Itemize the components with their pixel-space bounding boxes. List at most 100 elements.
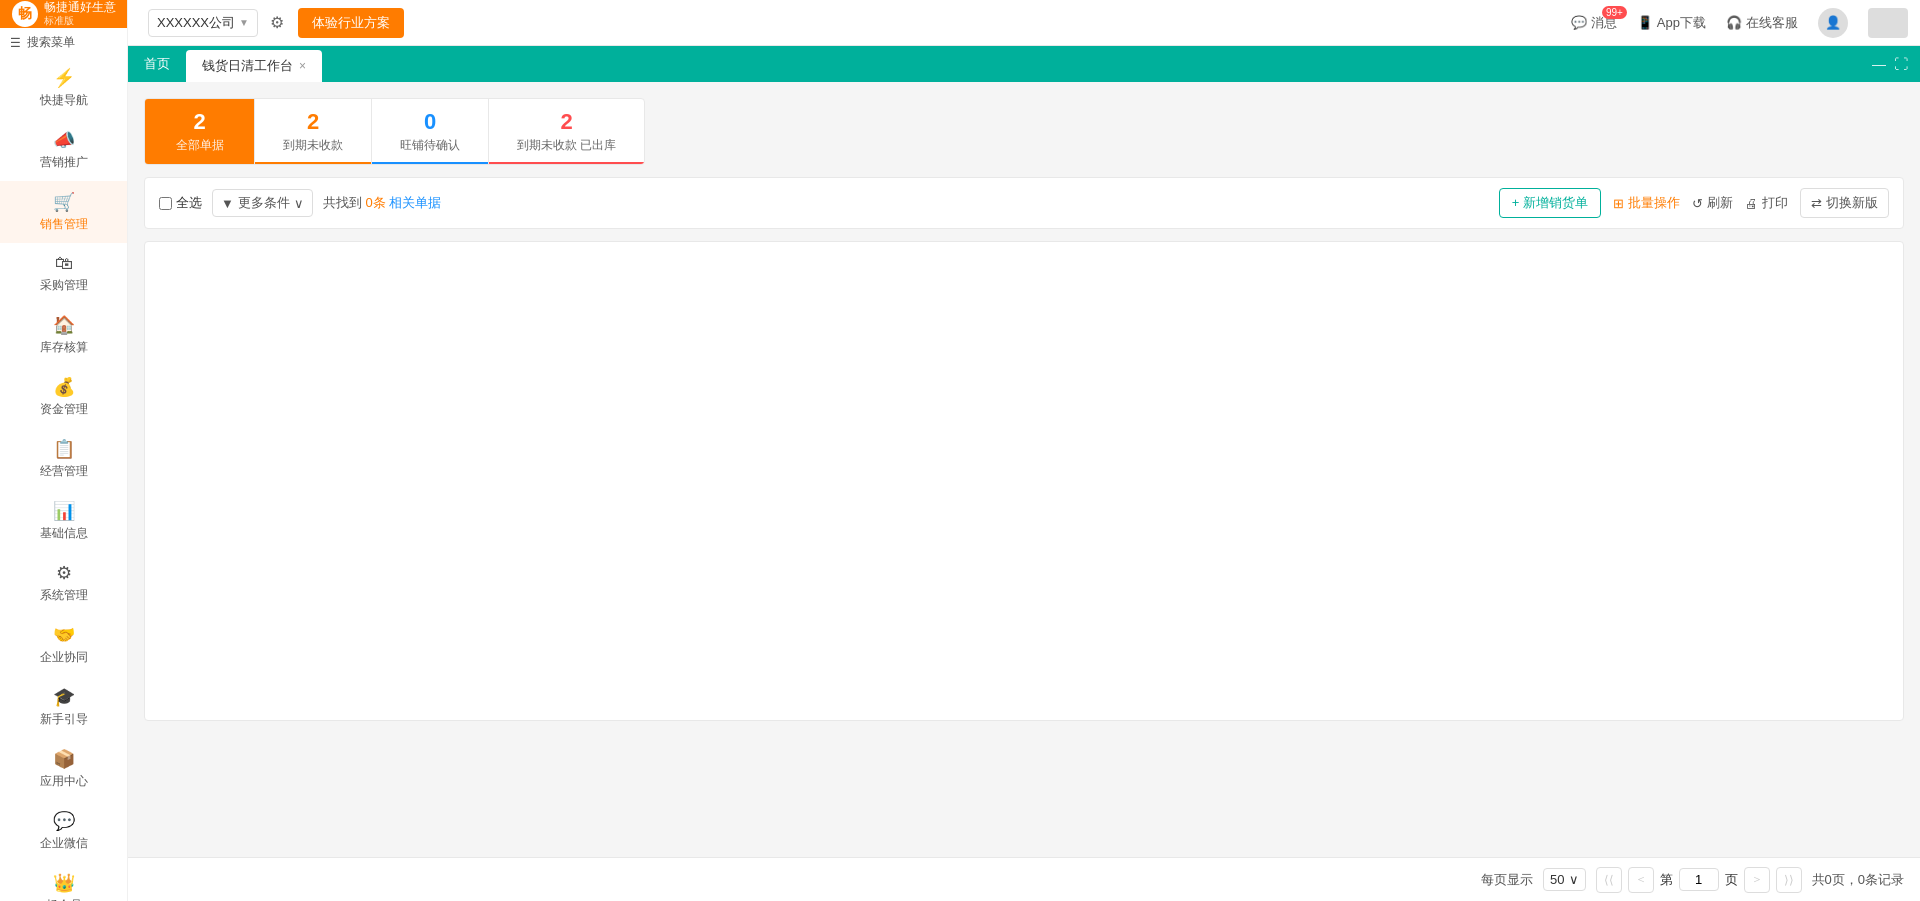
- online-service-action[interactable]: 🎧 在线客服: [1726, 14, 1798, 32]
- tabs-bar: 首页 钱货日清工作台 × — ⛶: [128, 46, 1920, 82]
- batch-label: 批量操作: [1628, 194, 1680, 212]
- sidebar-item-label: 应用中心: [40, 773, 88, 790]
- search-label: 搜索菜单: [27, 34, 75, 51]
- sidebar-search[interactable]: ☰ 搜索菜单: [0, 28, 127, 57]
- per-page-label: 每页显示: [1481, 871, 1533, 889]
- sidebar-item-sales-mgmt[interactable]: 🛒 销售管理: [0, 181, 127, 243]
- sidebar-item-system-mgmt[interactable]: ⚙ 系统管理: [0, 552, 127, 614]
- mobile-icon: 📱: [1637, 15, 1653, 30]
- database-icon: 📊: [53, 500, 75, 522]
- stat-num-overdue: 2: [283, 109, 343, 135]
- print-icon: 🖨: [1745, 196, 1758, 211]
- sidebar-item-label: 快捷导航: [40, 92, 88, 109]
- search-icon: ☰: [10, 36, 21, 50]
- switch-btn[interactable]: ⇄ 切换新版: [1800, 188, 1889, 218]
- sidebar-item-quick-nav[interactable]: ⚡ 快捷导航: [0, 57, 127, 119]
- stat-tab-overdue[interactable]: 2 到期未收款: [255, 99, 372, 164]
- stats-tabs: 2 全部单据 2 到期未收款 0 旺铺待确认 2 到期未收款 已出库: [144, 98, 645, 165]
- tab-minimize-icon[interactable]: —: [1872, 56, 1886, 72]
- toolbar: 全选 ▼ 更多条件 ∨ 共找到 0条 相关单据 + 新增销货单 ⊞ 批量操作 ↺…: [144, 177, 1904, 229]
- print-btn[interactable]: 🖨 打印: [1745, 194, 1788, 212]
- sidebar-logo: 畅 畅捷通好生意 标准版: [0, 0, 127, 28]
- found-count: 0条: [366, 195, 386, 210]
- settings-icon: ⚙: [270, 14, 284, 31]
- found-text: 共找到 0条 相关单据: [323, 194, 441, 212]
- app-download-action[interactable]: 📱 App下载: [1637, 14, 1706, 32]
- logo-text: 畅捷通好生意: [44, 0, 116, 14]
- stat-num-pending: 0: [400, 109, 460, 135]
- logo-icon: 畅: [12, 1, 38, 27]
- toolbar-left: 全选 ▼ 更多条件 ∨ 共找到 0条 相关单据: [159, 189, 1487, 217]
- sidebar-item-enterprise[interactable]: 🤝 企业协同: [0, 614, 127, 676]
- handshake-icon: 🤝: [53, 624, 75, 646]
- stat-label-pending: 旺铺待确认: [400, 137, 460, 154]
- tab-home-label: 首页: [144, 55, 170, 73]
- sidebar-item-basic-info[interactable]: 📊 基础信息: [0, 490, 127, 552]
- stat-num-all: 2: [173, 109, 226, 135]
- tab-active[interactable]: 钱货日清工作台 ×: [186, 50, 322, 82]
- per-page-select[interactable]: 50 ∨: [1543, 868, 1585, 891]
- bag-icon: 🛍: [55, 253, 73, 274]
- company-name: XXXXXX公司: [157, 14, 235, 32]
- sidebar-item-finance[interactable]: 💰 资金管理: [0, 366, 127, 428]
- sidebar-item-newbie[interactable]: 🎓 新手引导: [0, 676, 127, 738]
- pagination-bar: 每页显示 50 ∨ ⟨⟨ ＜ 第 页 ＞ ⟩⟩ 共0页，0条记录: [128, 857, 1920, 901]
- refresh-btn[interactable]: ↺ 刷新: [1692, 194, 1733, 212]
- page-first-btn[interactable]: ⟨⟨: [1596, 867, 1622, 893]
- tab-right-actions: — ⛶: [1872, 46, 1920, 82]
- filter-icon: ▼: [221, 196, 234, 211]
- settings-button[interactable]: ⚙: [266, 9, 288, 36]
- page-next-btn[interactable]: ＞: [1744, 867, 1770, 893]
- company-selector[interactable]: XXXXXX公司 ▼: [148, 9, 258, 37]
- user-icon: 👤: [1825, 15, 1841, 30]
- sidebar-item-member[interactable]: 👑 畅会员: [0, 862, 127, 901]
- house-icon: 🏠: [53, 314, 75, 336]
- sidebar-item-inventory[interactable]: 🏠 库存核算: [0, 304, 127, 366]
- tab-maximize-icon[interactable]: ⛶: [1894, 56, 1908, 72]
- stat-tab-all[interactable]: 2 全部单据: [145, 99, 255, 164]
- stat-tab-shipped[interactable]: 2 到期未收款 已出库: [489, 99, 644, 164]
- sidebar-item-app-center[interactable]: 📦 应用中心: [0, 738, 127, 800]
- money-icon: 💰: [53, 376, 75, 398]
- batch-action-btn[interactable]: ⊞ 批量操作: [1613, 194, 1680, 212]
- grad-icon: 🎓: [53, 686, 75, 708]
- avatar[interactable]: 👤: [1818, 8, 1848, 38]
- sidebar-item-marketing[interactable]: 📣 营销推广: [0, 119, 127, 181]
- sidebar-item-label: 资金管理: [40, 401, 88, 418]
- select-all-input[interactable]: [159, 197, 172, 210]
- select-all-checkbox[interactable]: 全选: [159, 194, 202, 212]
- sidebar-item-label: 采购管理: [40, 277, 88, 294]
- page-total: 共0页，0条记录: [1812, 871, 1904, 889]
- sidebar: 畅 畅捷通好生意 标准版 ☰ 搜索菜单 ⚡ 快捷导航 📣 营销推广 🛒 销售管理…: [0, 0, 128, 901]
- new-order-btn[interactable]: + 新增销货单: [1499, 188, 1601, 218]
- found-link[interactable]: 相关单据: [389, 195, 441, 210]
- message-action[interactable]: 💬 消息 99+: [1571, 14, 1617, 32]
- sidebar-item-enterprise-wechat[interactable]: 💬 企业微信: [0, 800, 127, 862]
- stat-label-shipped: 到期未收款 已出库: [517, 137, 616, 154]
- sidebar-item-purchase-mgmt[interactable]: 🛍 采购管理: [0, 243, 127, 304]
- top-header: XXXXXX公司 ▼ ⚙ 体验行业方案 💬 消息 99+ 📱 App下载 🎧 在…: [128, 0, 1920, 46]
- page-input[interactable]: [1679, 868, 1719, 891]
- experience-btn[interactable]: 体验行业方案: [298, 8, 404, 38]
- tab-close-icon[interactable]: ×: [299, 59, 306, 73]
- user-menu[interactable]: [1868, 8, 1908, 38]
- sidebar-item-label: 企业协同: [40, 649, 88, 666]
- tab-home[interactable]: 首页: [128, 46, 186, 82]
- headset-icon: 🎧: [1726, 15, 1742, 30]
- page-prev-btn[interactable]: ＜: [1628, 867, 1654, 893]
- filter-button[interactable]: ▼ 更多条件 ∨: [212, 189, 313, 217]
- megaphone-icon: 📣: [53, 129, 75, 151]
- print-label: 打印: [1762, 194, 1788, 212]
- page-last-btn[interactable]: ⟩⟩: [1776, 867, 1802, 893]
- switch-label: 切换新版: [1826, 194, 1878, 212]
- message-badge: 99+: [1602, 6, 1627, 19]
- sidebar-item-operations[interactable]: 📋 经营管理: [0, 428, 127, 490]
- chat-icon: 💬: [53, 810, 75, 832]
- refresh-icon: ↺: [1692, 196, 1703, 211]
- page-nav: ⟨⟨ ＜ 第 页 ＞ ⟩⟩: [1596, 867, 1802, 893]
- stat-tab-pending[interactable]: 0 旺铺待确认: [372, 99, 489, 164]
- select-all-label: 全选: [176, 194, 202, 212]
- sidebar-item-label: 营销推广: [40, 154, 88, 171]
- logo-sub: 标准版: [44, 14, 116, 28]
- switch-icon: ⇄: [1811, 196, 1822, 211]
